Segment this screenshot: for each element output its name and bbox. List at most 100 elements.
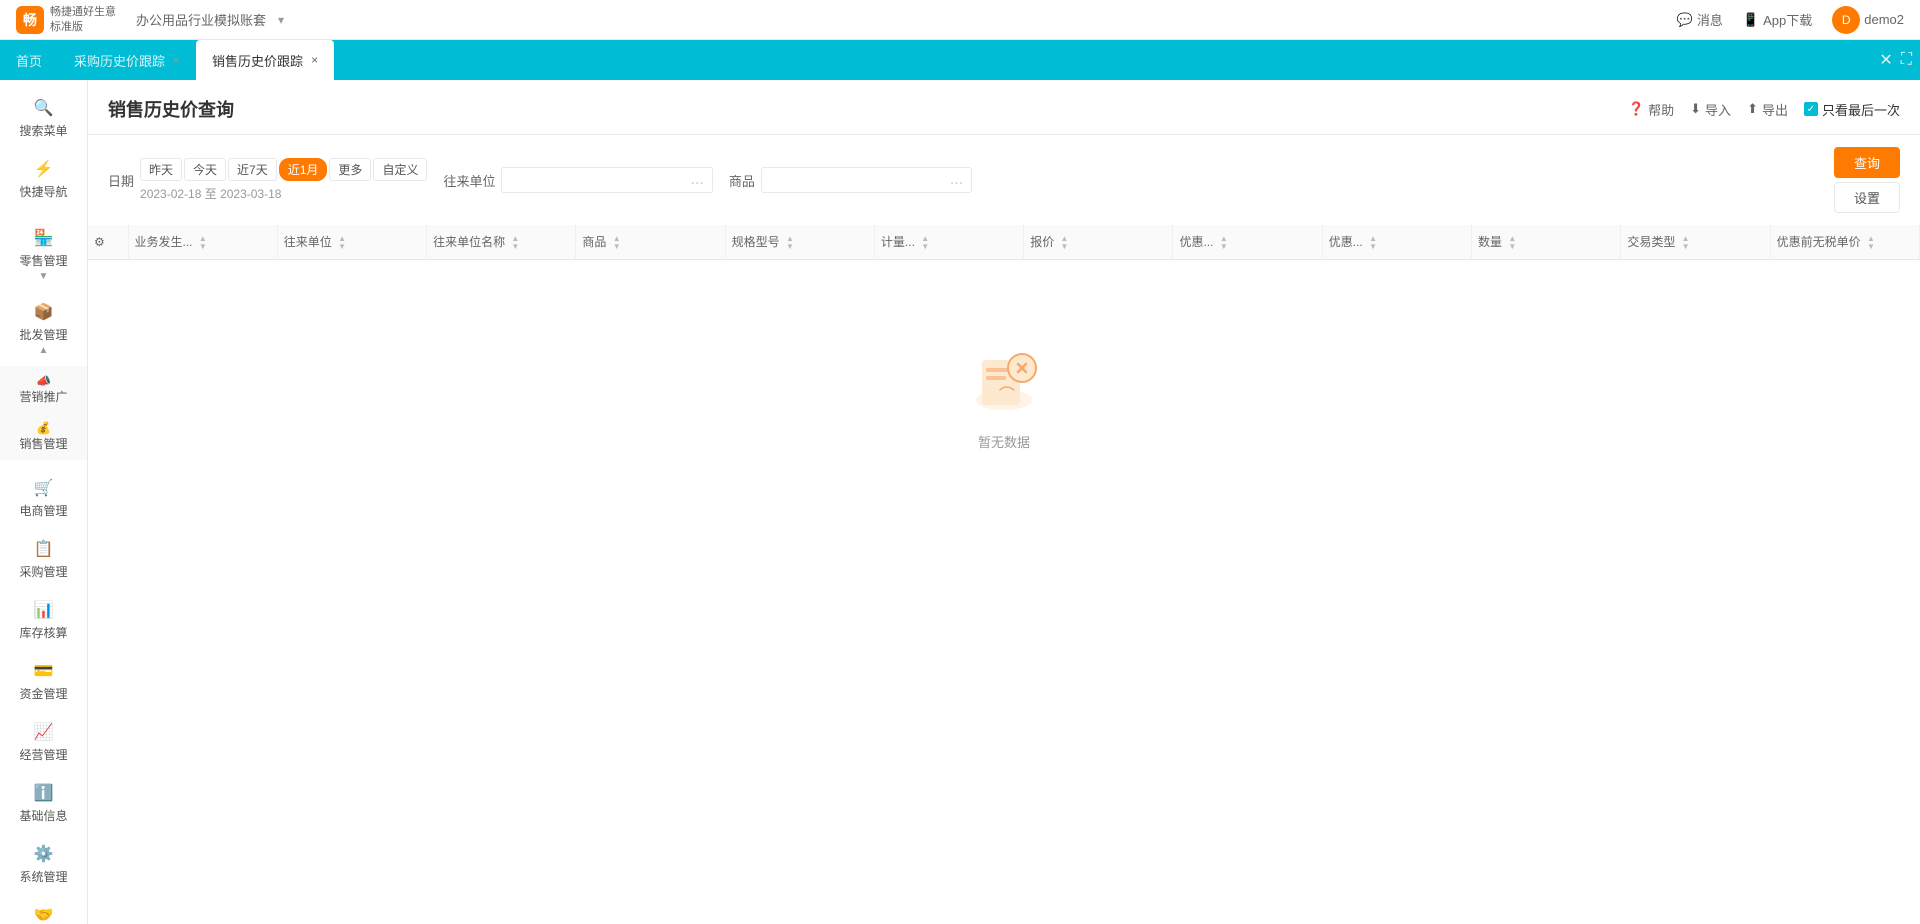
export-btn[interactable]: ⬆ 导出: [1747, 100, 1788, 119]
th-discount2[interactable]: 优惠... ▲▼: [1322, 225, 1471, 259]
tab-purchase-history[interactable]: 采购历史价跟踪 ×: [58, 40, 196, 80]
finance-mgmt-icon: 💳: [34, 661, 54, 681]
import-icon: ⬇: [1690, 101, 1701, 117]
date-filter: 日期 昨天 今天 近7天 近1月 更多 自定义 2023-02-18 至 202…: [108, 158, 427, 202]
operations-mgmt-icon: 📈: [34, 722, 54, 742]
sidebar-item-wholesale-mgmt[interactable]: 📦 批发管理 ▲: [0, 292, 87, 366]
th-counterparty-code[interactable]: 往来单位 ▲▼: [277, 225, 426, 259]
enterprise-icon: 🤝: [34, 905, 54, 924]
sidebar-item-search-menu[interactable]: 🔍 搜索菜单: [0, 88, 87, 149]
message-icon: 💬: [1677, 12, 1693, 28]
tab-sales-history-close[interactable]: ×: [311, 53, 318, 67]
tab-bar: 首页 采购历史价跟踪 × 销售历史价跟踪 × ✕ ⛶: [0, 40, 1920, 80]
sidebar-item-quick-nav[interactable]: ⚡ 快捷导航: [0, 149, 87, 210]
settings-btn[interactable]: 设置: [1834, 182, 1900, 213]
date-range-text: 2023-02-18 至 2023-03-18: [140, 185, 427, 202]
column-settings-icon[interactable]: ⚙: [94, 235, 105, 249]
sidebar-item-enterprise[interactable]: 🤝 企业协同: [0, 895, 87, 924]
th-unit[interactable]: 计量... ▲▼: [874, 225, 1023, 259]
date-btn-group: 昨天 今天 近7天 近1月 更多 自定义: [140, 158, 427, 181]
retail-arrow-icon: ▼: [39, 271, 49, 282]
help-btn[interactable]: ❓ 帮助: [1628, 100, 1674, 119]
th-quantity[interactable]: 数量 ▲▼: [1472, 225, 1621, 259]
avatar: D: [1832, 6, 1860, 34]
sidebar-item-inventory[interactable]: 📊 库存核算: [0, 590, 87, 651]
sort-spec[interactable]: ▲▼: [786, 235, 794, 251]
empty-text: 暂无数据: [978, 432, 1030, 451]
last-record-checkbox-label[interactable]: ✓ 只看最后一次: [1804, 100, 1900, 119]
date-btn-7days[interactable]: 近7天: [228, 158, 277, 181]
system-mgmt-icon: ⚙️: [34, 844, 54, 864]
user-menu[interactable]: D demo2: [1832, 6, 1904, 34]
action-btns: 查询 设置: [1834, 147, 1900, 213]
sidebar: 🔍 搜索菜单 ⚡ 快捷导航 🏪 零售管理 ▼ 📦 批发管理 ▲ 📣 营销推广 💰…: [0, 80, 88, 924]
date-btn-custom[interactable]: 自定义: [373, 158, 427, 181]
tab-purchase-history-close[interactable]: ×: [173, 53, 180, 67]
date-label: 日期: [108, 171, 134, 190]
th-quote[interactable]: 报价 ▲▼: [1024, 225, 1173, 259]
sort-counterparty-name[interactable]: ▲▼: [511, 235, 519, 251]
sidebar-item-purchase-mgmt[interactable]: 📋 采购管理: [0, 529, 87, 590]
sidebar-item-operations-mgmt[interactable]: 📈 经营管理: [0, 712, 87, 773]
app-title: 办公用品行业模拟账套: [136, 10, 266, 29]
sort-quantity[interactable]: ▲▼: [1508, 235, 1516, 251]
th-discount1[interactable]: 优惠... ▲▼: [1173, 225, 1322, 259]
counterparty-label: 往来单位: [443, 171, 495, 190]
page-title: 销售历史价查询: [108, 96, 234, 122]
sidebar-item-marketing[interactable]: 📣 营销推广: [0, 366, 87, 413]
counterparty-dots-btn[interactable]: ...: [690, 171, 703, 189]
purchase-mgmt-icon: 📋: [34, 539, 54, 559]
product-label: 商品: [729, 171, 755, 190]
page-header-actions: ❓ 帮助 ⬇ 导入 ⬆ 导出 ✓ 只看最后一次: [1628, 100, 1900, 119]
th-spec[interactable]: 规格型号 ▲▼: [725, 225, 874, 259]
tab-home[interactable]: 首页: [0, 40, 58, 80]
th-product[interactable]: 商品 ▲▼: [576, 225, 725, 259]
th-trade-type[interactable]: 交易类型 ▲▼: [1621, 225, 1770, 259]
counterparty-input[interactable]: [510, 173, 686, 188]
product-dots-btn[interactable]: ...: [950, 171, 963, 189]
date-btn-yesterday[interactable]: 昨天: [140, 158, 182, 181]
sidebar-item-sales-mgmt[interactable]: 💰 销售管理: [0, 413, 87, 460]
sort-product[interactable]: ▲▼: [613, 235, 621, 251]
sidebar-item-basic-info[interactable]: ℹ️ 基础信息: [0, 773, 87, 834]
sidebar-item-retail-mgmt[interactable]: 🏪 零售管理 ▼: [0, 218, 87, 292]
app-title-dropdown[interactable]: ▾: [278, 13, 284, 27]
sort-discount2[interactable]: ▲▼: [1369, 235, 1377, 251]
sort-counterparty-code[interactable]: ▲▼: [338, 235, 346, 251]
inventory-icon: 📊: [34, 600, 54, 620]
sidebar-item-system-mgmt[interactable]: ⚙️ 系统管理: [0, 834, 87, 895]
sort-quote[interactable]: ▲▼: [1061, 235, 1069, 251]
maximize-btn[interactable]: ⛶: [1901, 51, 1912, 69]
th-business-date[interactable]: 业务发生... ▲▼: [128, 225, 277, 259]
filter-actions: 查询 设置: [1834, 147, 1900, 213]
product-input[interactable]: [770, 173, 946, 188]
download-icon: 📱: [1743, 12, 1759, 28]
date-btn-today[interactable]: 今天: [184, 158, 226, 181]
sort-trade-type[interactable]: ▲▼: [1682, 235, 1690, 251]
counterparty-filter: 往来单位 ...: [443, 167, 712, 193]
query-btn[interactable]: 查询: [1834, 147, 1900, 178]
top-bar: 畅 畅捷通好生意 标准版 办公用品行业模拟账套 ▾ 💬 消息 📱 App下载 D…: [0, 0, 1920, 40]
app-download-btn[interactable]: 📱 App下载: [1743, 10, 1812, 29]
th-counterparty-name[interactable]: 往来单位名称 ▲▼: [427, 225, 576, 259]
filter-bar: 日期 昨天 今天 近7天 近1月 更多 自定义 2023-02-18 至 202…: [88, 135, 1920, 225]
th-pretax-price[interactable]: 优惠前无税单价 ▲▼: [1770, 225, 1919, 259]
date-btn-1month[interactable]: 近1月: [279, 158, 328, 181]
tab-sales-history[interactable]: 销售历史价跟踪 ×: [196, 40, 334, 80]
sort-pretax-price[interactable]: ▲▼: [1867, 235, 1875, 251]
top-bar-left: 畅 畅捷通好生意 标准版 办公用品行业模拟账套 ▾: [16, 5, 284, 34]
sort-business-date[interactable]: ▲▼: [199, 235, 207, 251]
sort-discount1[interactable]: ▲▼: [1220, 235, 1228, 251]
wholesale-mgmt-icon: 📦: [34, 302, 54, 322]
last-record-checkbox[interactable]: ✓: [1804, 102, 1818, 116]
quick-nav-icon: ⚡: [34, 159, 54, 179]
ecommerce-icon: 🛒: [34, 478, 54, 498]
sort-unit[interactable]: ▲▼: [921, 235, 929, 251]
close-all-tabs-btn[interactable]: ✕: [1879, 50, 1892, 70]
message-btn[interactable]: 💬 消息: [1677, 10, 1723, 29]
import-btn[interactable]: ⬇ 导入: [1690, 100, 1731, 119]
date-btn-more[interactable]: 更多: [329, 158, 371, 181]
tab-bar-actions: ✕ ⛶: [1879, 50, 1920, 70]
sidebar-item-ecommerce[interactable]: 🛒 电商管理: [0, 468, 87, 529]
sidebar-item-finance-mgmt[interactable]: 💳 资金管理: [0, 651, 87, 712]
